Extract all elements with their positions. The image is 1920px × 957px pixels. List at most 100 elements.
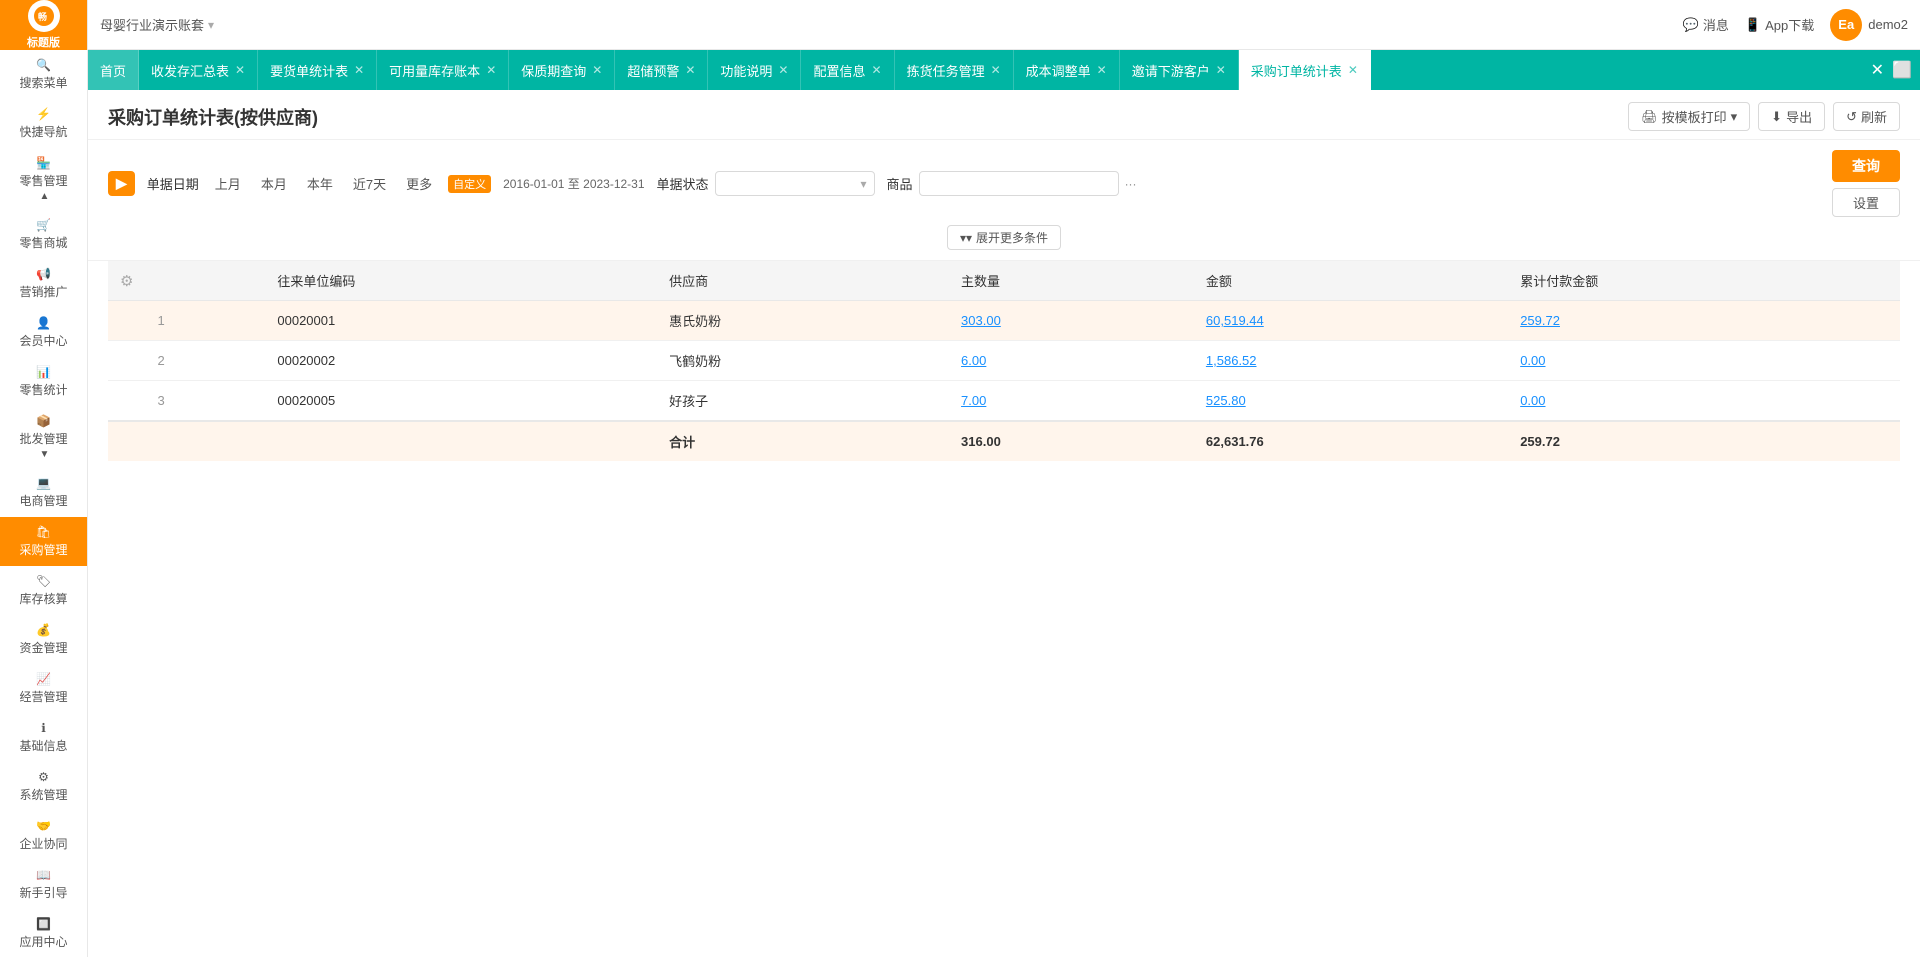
purchase-icon: 🛍 [36, 525, 51, 539]
close-tab-func-desc-icon[interactable]: ✕ [778, 63, 788, 77]
filter-toggle-button[interactable]: ▶ [108, 171, 135, 196]
close-tab-purchase-stat-icon[interactable]: ✕ [1348, 63, 1358, 77]
col-paid-amount: 累计付款金额 [1508, 261, 1900, 301]
refresh-button[interactable]: ↺ 刷新 [1833, 102, 1900, 131]
nav-tab-home[interactable]: 首页 [88, 50, 139, 90]
sidebar-item-app-center[interactable]: 🔲 应用中心 [0, 909, 87, 957]
sidebar-item-finance[interactable]: 💰 资金管理 [0, 615, 87, 664]
nav-tabs: 首页 收发存汇总表 ✕ 要货单统计表 ✕ 可用量库存账本 ✕ 保质期查询 ✕ 超… [88, 50, 1920, 90]
sidebar-item-label: 快捷导航 [19, 123, 67, 140]
close-tab-cost-adjust-icon[interactable]: ✕ [1097, 63, 1107, 77]
nav-tab-purchase-stat[interactable]: 采购订单统计表 ✕ [1239, 50, 1371, 90]
close-tab-inventory-book-icon[interactable]: ✕ [486, 63, 496, 77]
nav-tab-pick-task[interactable]: 拣货任务管理 ✕ [895, 50, 1014, 90]
row-2-amount[interactable]: 1,586.52 [1194, 341, 1508, 381]
row-2-main-qty[interactable]: 6.00 [949, 341, 1194, 381]
row-1-amount[interactable]: 60,519.44 [1194, 301, 1508, 341]
close-tab-order-stat-icon[interactable]: ✕ [354, 63, 364, 77]
close-all-tabs-icon[interactable]: ✕ [1871, 60, 1884, 80]
row-3-amount[interactable]: 525.80 [1194, 381, 1508, 422]
sidebar-item-ecommerce[interactable]: 💻 电商管理 [0, 468, 87, 517]
date-shortcut-last-month[interactable]: 上月 [211, 172, 245, 195]
goods-filter-input[interactable] [919, 171, 1119, 196]
nav-tab-cost-adjust[interactable]: 成本调整单 ✕ [1014, 50, 1120, 90]
sidebar-item-enterprise-coop[interactable]: 🤝 企业协同 [0, 811, 87, 860]
refresh-label: 刷新 [1861, 107, 1887, 126]
table-body: 1 00020001 惠氏奶粉 303.00 60,519.44 259.72 … [108, 301, 1900, 422]
print-button[interactable]: 🖨 按模板打印 ▾ [1628, 102, 1750, 131]
goods-filter-more-btn[interactable]: ··· [1125, 177, 1137, 191]
nav-tab-order-stat[interactable]: 要货单统计表 ✕ [258, 50, 377, 90]
footer-main-qty: 316.00 [949, 421, 1194, 461]
sidebar-item-label: 搜索菜单 [19, 74, 67, 91]
row-2-supplier-name: 飞鹤奶粉 [657, 341, 949, 381]
row-1-main-qty[interactable]: 303.00 [949, 301, 1194, 341]
sidebar-item-new-guide[interactable]: 📖 新手引导 [0, 860, 87, 909]
sidebar-item-inventory[interactable]: 🏷 库存核算 [0, 566, 87, 615]
app-download-btn[interactable]: 📱 App下载 [1745, 15, 1814, 34]
expand-more-icon: ▾▾ [960, 231, 972, 245]
date-shortcut-this-month[interactable]: 本月 [257, 172, 291, 195]
sidebar-item-retail-shop[interactable]: 🛒 零售商城 [0, 210, 87, 259]
restore-window-icon[interactable]: ⬜ [1892, 60, 1912, 80]
top-bar: 母婴行业演示账套 ▾ 💬 消息 📱 App下载 Ea demo2 [88, 0, 1920, 50]
page-header-actions: 🖨 按模板打印 ▾ ⬇ 导出 ↺ 刷新 [1628, 102, 1900, 131]
row-2-supplier-code: 00020002 [265, 341, 657, 381]
sidebar-item-marketing[interactable]: 📢 营销推广 [0, 259, 87, 308]
date-custom-badge[interactable]: 自定义 [448, 175, 491, 193]
close-tab-pick-task-icon[interactable]: ✕ [991, 63, 1001, 77]
sidebar-item-basic-info[interactable]: ℹ 基础信息 [0, 713, 87, 762]
date-shortcut-7days[interactable]: 近7天 [349, 172, 390, 195]
nav-tab-config-info[interactable]: 配置信息 ✕ [801, 50, 894, 90]
sidebar-item-search[interactable]: 🔍 搜索菜单 [0, 50, 87, 99]
sidebar-item-wholesale-mgmt[interactable]: 📦 批发管理 ▼ [0, 406, 87, 468]
close-tab-expiry-query-icon[interactable]: ✕ [592, 63, 602, 77]
nav-tab-inventory-book[interactable]: 可用量库存账本 ✕ [377, 50, 509, 90]
sidebar-item-retail-mgmt[interactable]: 🏪 零售管理 ▲ [0, 148, 87, 210]
retail-icon: 🏪 [36, 156, 51, 170]
close-tab-overstock-icon[interactable]: ✕ [685, 63, 695, 77]
sidebar-item-system-mgmt[interactable]: ⚙ 系统管理 [0, 762, 87, 811]
sidebar-item-member-center[interactable]: 👤 会员中心 [0, 308, 87, 357]
sidebar-item-label: 批发管理 [19, 430, 67, 447]
search-icon: 🔍 [36, 58, 51, 72]
nav-tab-expiry-query[interactable]: 保质期查询 ✕ [509, 50, 615, 90]
nav-tab-invite-downstream[interactable]: 邀请下游客户 ✕ [1120, 50, 1239, 90]
sidebar-item-retail-stat[interactable]: 📊 零售统计 [0, 357, 87, 406]
sidebar-item-quick-nav[interactable]: ⚡ 快捷导航 [0, 99, 87, 148]
nav-tab-collect-pay[interactable]: 收发存汇总表 ✕ [139, 50, 258, 90]
message-btn[interactable]: 💬 消息 [1683, 15, 1729, 34]
expand-more-button[interactable]: ▾▾ 展开更多条件 [947, 225, 1061, 250]
close-tab-invite-downstream-icon[interactable]: ✕ [1216, 63, 1226, 77]
table-settings-icon[interactable]: ⚙ [120, 273, 133, 290]
date-shortcut-more[interactable]: 更多 [402, 172, 436, 195]
sidebar-item-operations[interactable]: 📈 经营管理 [0, 664, 87, 713]
query-button[interactable]: 查询 [1832, 150, 1900, 182]
close-tab-config-info-icon[interactable]: ✕ [872, 63, 882, 77]
close-tab-collect-pay-icon[interactable]: ✕ [235, 63, 245, 77]
table-row: 3 00020005 好孩子 7.00 525.80 0.00 [108, 381, 1900, 422]
row-2-paid-amount[interactable]: 0.00 [1508, 341, 1900, 381]
sidebar-item-purchase-mgmt[interactable]: 🛍 采购管理 [0, 517, 87, 566]
data-table: ⚙ 往来单位编码 供应商 主数量 金额 [108, 261, 1900, 461]
row-3-main-qty[interactable]: 7.00 [949, 381, 1194, 422]
basic-info-icon: ℹ [41, 721, 46, 735]
export-button[interactable]: ⬇ 导出 [1758, 102, 1825, 131]
main-content: 母婴行业演示账套 ▾ 💬 消息 📱 App下载 Ea demo2 首页 [88, 0, 1920, 957]
nav-tab-overstock[interactable]: 超储预警 ✕ [615, 50, 708, 90]
date-shortcut-this-year[interactable]: 本年 [303, 172, 337, 195]
nav-tab-func-desc[interactable]: 功能说明 ✕ [708, 50, 801, 90]
col-supplier-name: 供应商 [657, 261, 949, 301]
status-select[interactable] [715, 171, 875, 196]
refresh-icon: ↺ [1846, 109, 1857, 125]
sidebar-item-label: 零售统计 [19, 381, 67, 398]
overstock-tab-label: 超储预警 [627, 61, 679, 80]
row-1-paid-amount[interactable]: 259.72 [1508, 301, 1900, 341]
row-3-paid-amount[interactable]: 0.00 [1508, 381, 1900, 422]
user-menu-btn[interactable]: Ea demo2 [1830, 9, 1908, 41]
settings-button[interactable]: 设置 [1832, 188, 1900, 217]
row-1-num: 1 [145, 301, 265, 341]
workspace-selector[interactable]: 母婴行业演示账套 ▾ [100, 15, 214, 34]
page-area: 采购订单统计表(按供应商) 🖨 按模板打印 ▾ ⬇ 导出 ↺ 刷新 [88, 90, 1920, 957]
row-3-supplier-name: 好孩子 [657, 381, 949, 422]
